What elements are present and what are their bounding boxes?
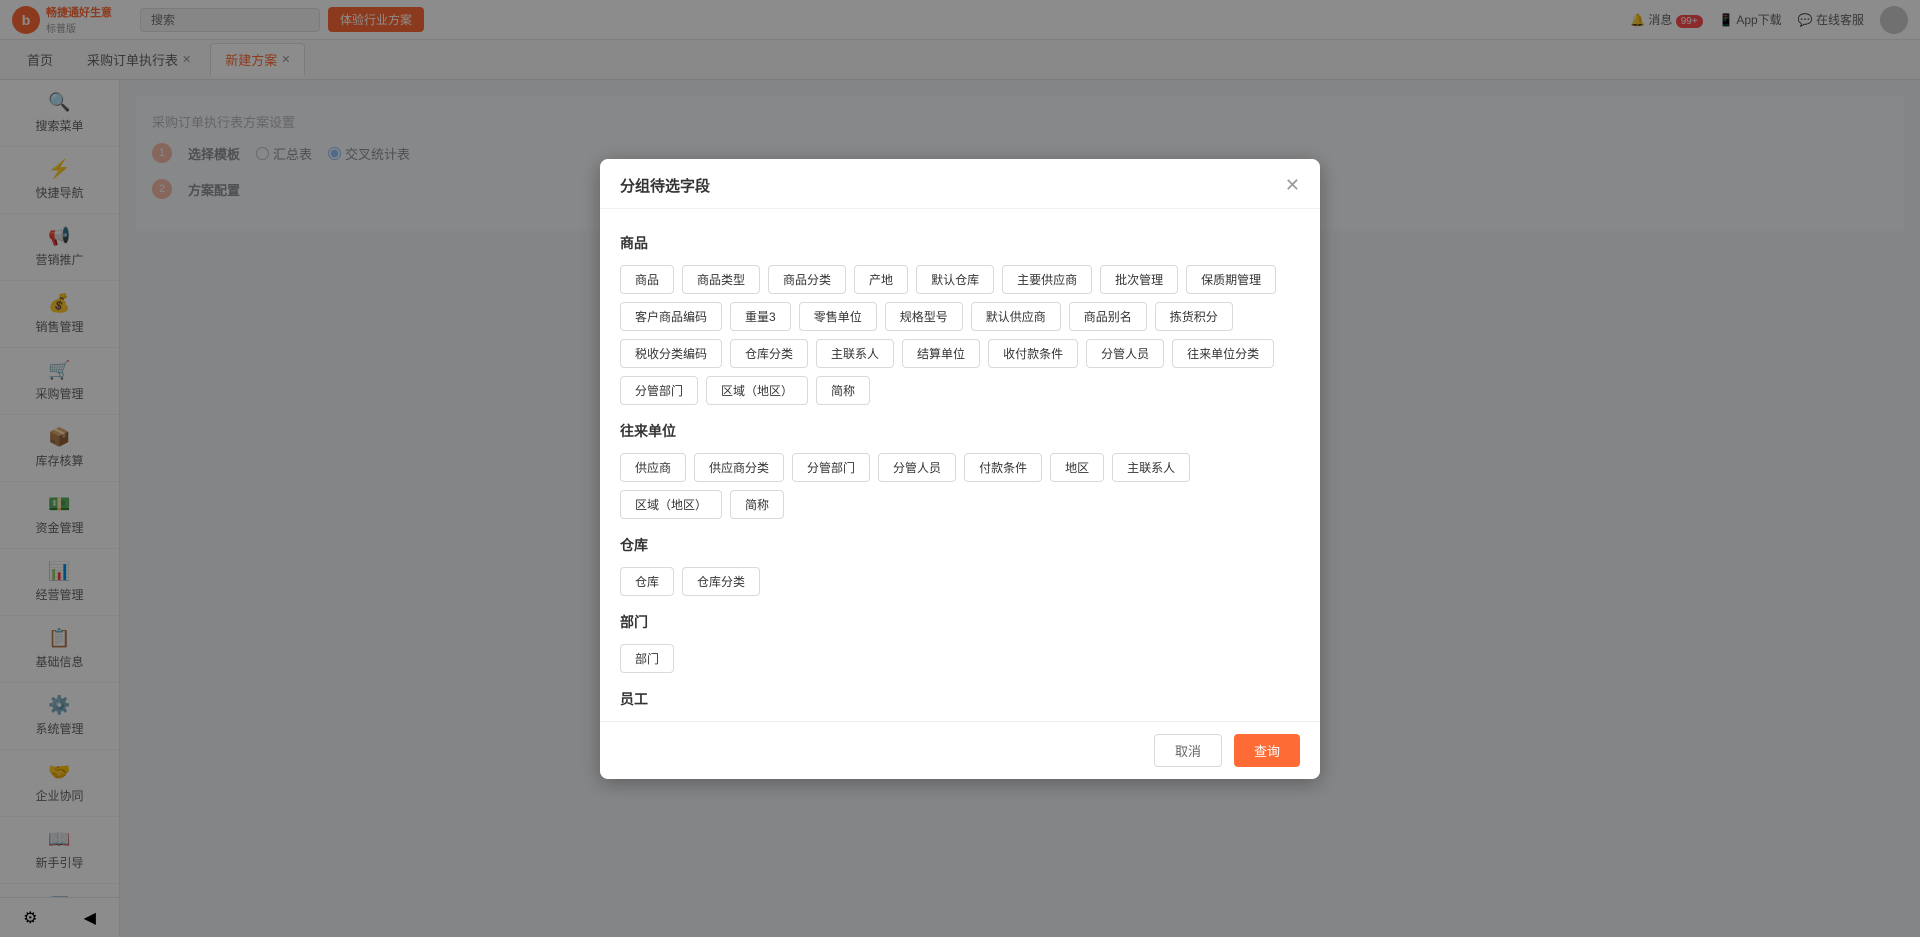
field-tag-1-2[interactable]: 分管部门 <box>792 453 870 482</box>
modal-group-fields: 分组待选字段 ✕ 商品商品商品类型商品分类产地默认仓库主要供应商批次管理保质期管… <box>600 159 1320 779</box>
modal-title: 分组待选字段 <box>620 175 710 196</box>
section-title-2: 仓库 <box>620 535 1300 555</box>
field-tags-2: 仓库仓库分类 <box>620 567 1300 596</box>
field-tag-0-8[interactable]: 客户商品编码 <box>620 302 722 331</box>
field-tag-1-6[interactable]: 主联系人 <box>1112 453 1190 482</box>
field-tag-0-12[interactable]: 默认供应商 <box>971 302 1061 331</box>
field-tag-0-2[interactable]: 商品分类 <box>768 265 846 294</box>
confirm-button[interactable]: 查询 <box>1234 734 1300 767</box>
modal-body: 商品商品商品类型商品分类产地默认仓库主要供应商批次管理保质期管理客户商品编码重量… <box>600 209 1320 721</box>
cancel-button[interactable]: 取消 <box>1154 734 1222 767</box>
field-tag-1-4[interactable]: 付款条件 <box>964 453 1042 482</box>
modal-header: 分组待选字段 ✕ <box>600 159 1320 209</box>
field-tag-0-0[interactable]: 商品 <box>620 265 674 294</box>
field-tag-0-17[interactable]: 主联系人 <box>816 339 894 368</box>
field-tag-0-20[interactable]: 分管人员 <box>1086 339 1164 368</box>
field-tag-0-13[interactable]: 商品别名 <box>1069 302 1147 331</box>
field-tags-0: 商品商品类型商品分类产地默认仓库主要供应商批次管理保质期管理客户商品编码重量3 零… <box>620 265 1300 405</box>
field-tag-0-7[interactable]: 保质期管理 <box>1186 265 1276 294</box>
section-title-1: 往来单位 <box>620 421 1300 441</box>
field-tag-1-1[interactable]: 供应商分类 <box>694 453 784 482</box>
field-tag-2-0[interactable]: 仓库 <box>620 567 674 596</box>
field-tag-0-9[interactable]: 重量3 <box>730 302 791 331</box>
field-tag-0-6[interactable]: 批次管理 <box>1100 265 1178 294</box>
field-tag-0-23[interactable]: 区域（地区） <box>706 376 808 405</box>
field-tag-1-8[interactable]: 简称 <box>730 490 784 519</box>
field-tags-3: 部门 <box>620 644 1300 673</box>
modal-close-btn[interactable]: ✕ <box>1285 175 1300 196</box>
modal-overlay: 分组待选字段 ✕ 商品商品商品类型商品分类产地默认仓库主要供应商批次管理保质期管… <box>0 0 1920 937</box>
field-tag-0-4[interactable]: 默认仓库 <box>916 265 994 294</box>
field-tag-0-16[interactable]: 仓库分类 <box>730 339 808 368</box>
field-tag-3-0[interactable]: 部门 <box>620 644 674 673</box>
section-title-3: 部门 <box>620 612 1300 632</box>
field-tag-0-18[interactable]: 结算单位 <box>902 339 980 368</box>
field-tag-0-14[interactable]: 拣货积分 <box>1155 302 1233 331</box>
section-title-0: 商品 <box>620 233 1300 253</box>
field-tag-0-3[interactable]: 产地 <box>854 265 908 294</box>
field-tag-2-1[interactable]: 仓库分类 <box>682 567 760 596</box>
field-tags-1: 供应商供应商分类分管部门分管人员付款条件地区主联系人区域（地区） 简称 <box>620 453 1300 519</box>
modal-footer: 取消 查询 <box>600 721 1320 779</box>
field-tag-1-5[interactable]: 地区 <box>1050 453 1104 482</box>
field-tag-0-15[interactable]: 税收分类编码 <box>620 339 722 368</box>
field-tag-1-0[interactable]: 供应商 <box>620 453 686 482</box>
field-tag-0-22[interactable]: 分管部门 <box>620 376 698 405</box>
field-tag-0-10[interactable]: 零售单位 <box>799 302 877 331</box>
field-tag-1-3[interactable]: 分管人员 <box>878 453 956 482</box>
field-tag-0-11[interactable]: 规格型号 <box>885 302 963 331</box>
field-tag-0-19[interactable]: 收付款条件 <box>988 339 1078 368</box>
field-tag-0-24[interactable]: 简称 <box>816 376 870 405</box>
field-tag-0-21[interactable]: 往来单位分类 <box>1172 339 1274 368</box>
field-tag-1-7[interactable]: 区域（地区） <box>620 490 722 519</box>
field-tag-0-1[interactable]: 商品类型 <box>682 265 760 294</box>
field-tag-0-5[interactable]: 主要供应商 <box>1002 265 1092 294</box>
section-title-4: 员工 <box>620 689 1300 709</box>
